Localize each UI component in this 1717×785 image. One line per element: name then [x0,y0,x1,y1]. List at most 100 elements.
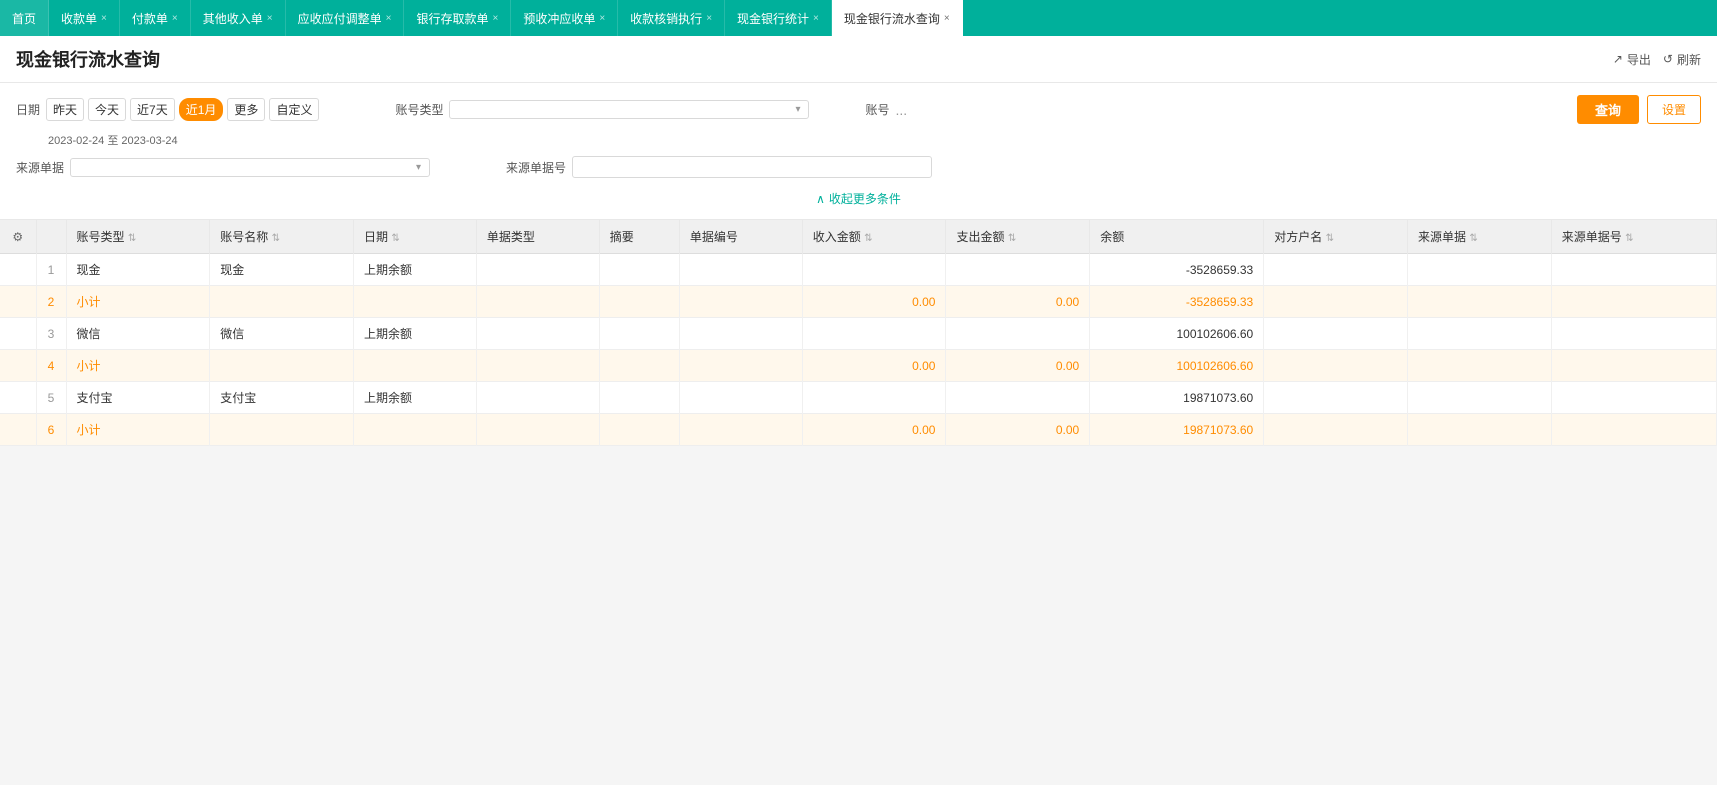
close-icon-1[interactable]: × [172,13,178,24]
date-btn-more[interactable]: 更多 [227,98,265,121]
date-label: 日期 [16,101,40,118]
row-gear [0,414,36,446]
row-counterparty [1264,350,1408,382]
tab-label-6: 收款核销执行 [630,10,702,27]
nav-tab-8[interactable]: 现金银行流水查询 × [832,0,963,36]
sort-icon-source-doc-no: ⇅ [1625,233,1633,244]
date-btn-custom[interactable]: 自定义 [269,98,319,121]
nav-tab-2[interactable]: 其他收入单 × [191,0,286,36]
source-doc-filter-group: 来源单据 ▾ [16,158,430,177]
table-header-row: ⚙ 账号类型 ⇅ 账号名称 ⇅ 日期 ⇅ 单据类型 [0,220,1717,254]
sort-icon-expense: ⇅ [1008,233,1016,244]
nav-tab-6[interactable]: 收款核销执行 × [618,0,725,36]
tab-label-8: 现金银行流水查询 [844,10,940,27]
row-source-doc-no [1551,254,1716,286]
col-income[interactable]: 收入金额 ⇅ [802,220,946,254]
row-date [354,350,477,382]
nav-tab-4[interactable]: 银行存取款单 × [404,0,511,36]
filter-row-2: 来源单据 ▾ 来源单据号 [16,156,1701,178]
nav-tab-1[interactable]: 付款单 × [120,0,191,36]
close-icon-7[interactable]: × [813,13,819,24]
row-doc-type [476,382,599,414]
row-income [802,254,946,286]
close-icon-2[interactable]: × [267,13,273,24]
source-doc-no-input[interactable] [572,156,932,178]
date-range-text: 2023-02-24 至 2023-03-24 [48,135,178,147]
refresh-button[interactable]: ↺ 刷新 [1663,51,1701,68]
row-balance: 19871073.60 [1090,382,1264,414]
settings-button[interactable]: 设置 [1647,95,1701,124]
row-balance: 100102606.60 [1090,350,1264,382]
collapse-bar[interactable]: ∧ 收起更多条件 [16,186,1701,211]
row-source-doc [1407,414,1551,446]
row-num: 1 [36,254,66,286]
col-counterparty-label: 对方户名 [1274,230,1322,244]
row-gear [0,382,36,414]
account-dots[interactable]: ... [895,102,907,118]
row-doc-type [476,286,599,318]
row-counterparty [1264,414,1408,446]
date-btn-1month[interactable]: 近1月 [179,98,224,121]
col-account-type[interactable]: 账号类型 ⇅ [66,220,210,254]
close-icon-0[interactable]: × [101,13,107,24]
row-account-type: 现金 [66,254,210,286]
col-gear[interactable]: ⚙ [0,220,36,254]
close-icon-8[interactable]: × [944,13,950,24]
row-source-doc-no [1551,382,1716,414]
query-button[interactable]: 查询 [1577,95,1639,124]
tab-label-5: 预收冲应收单 [523,10,595,27]
row-summary [599,286,679,318]
nav-tab-7[interactable]: 现金银行统计 × [725,0,832,36]
source-doc-select[interactable]: ▾ [70,158,430,177]
row-doc-no [679,382,802,414]
date-btn-today[interactable]: 今天 [88,98,126,121]
row-account-name: 微信 [210,318,354,350]
action-buttons: 查询 设置 [1577,95,1701,124]
date-btn-7days[interactable]: 近7天 [130,98,175,121]
col-date[interactable]: 日期 ⇅ [354,220,477,254]
row-doc-type [476,350,599,382]
row-date: 上期余额 [354,254,477,286]
row-account-name [210,414,354,446]
close-icon-4[interactable]: × [492,13,498,24]
close-icon-6[interactable]: × [706,13,712,24]
col-source-doc-label: 来源单据 [1418,230,1466,244]
export-button[interactable]: ↗ 导出 [1613,51,1651,68]
account-label: 账号 [865,101,889,118]
col-account-name-label: 账号名称 [220,230,268,244]
col-account-name[interactable]: 账号名称 ⇅ [210,220,354,254]
nav-home[interactable]: 首页 [0,0,49,36]
row-counterparty [1264,318,1408,350]
export-icon: ↗ [1613,52,1623,66]
row-num: 4 [36,350,66,382]
tab-label-4: 银行存取款单 [416,10,488,27]
col-balance: 余额 [1090,220,1264,254]
tab-label-0: 收款单 [61,10,97,27]
gear-icon[interactable]: ⚙ [12,230,23,244]
close-icon-3[interactable]: × [386,13,392,24]
row-expense [946,254,1090,286]
filter-area: 日期 昨天 今天 近7天 近1月 更多 自定义 账号类型 ▾ 账号 ... [0,83,1717,220]
col-source-doc[interactable]: 来源单据 ⇅ [1407,220,1551,254]
account-type-select[interactable]: ▾ [449,100,809,119]
sort-icon-income: ⇅ [864,233,872,244]
col-source-doc-no[interactable]: 来源单据号 ⇅ [1551,220,1716,254]
sort-icon-account-type: ⇅ [128,233,136,244]
col-expense-label: 支出金额 [956,230,1004,244]
row-num: 5 [36,382,66,414]
col-doc-no: 单据编号 [679,220,802,254]
row-doc-no [679,318,802,350]
nav-tab-3[interactable]: 应收应付调整单 × [286,0,405,36]
row-num: 6 [36,414,66,446]
row-account-type: 微信 [66,318,210,350]
col-source-doc-no-label: 来源单据号 [1562,230,1622,244]
col-counterparty[interactable]: 对方户名 ⇅ [1264,220,1408,254]
row-balance: -3528659.33 [1090,286,1264,318]
close-icon-5[interactable]: × [599,13,605,24]
nav-tab-0[interactable]: 收款单 × [49,0,120,36]
row-counterparty [1264,286,1408,318]
col-expense[interactable]: 支出金额 ⇅ [946,220,1090,254]
nav-tab-5[interactable]: 预收冲应收单 × [511,0,618,36]
date-btn-yesterday[interactable]: 昨天 [46,98,84,121]
row-expense: 0.00 [946,286,1090,318]
